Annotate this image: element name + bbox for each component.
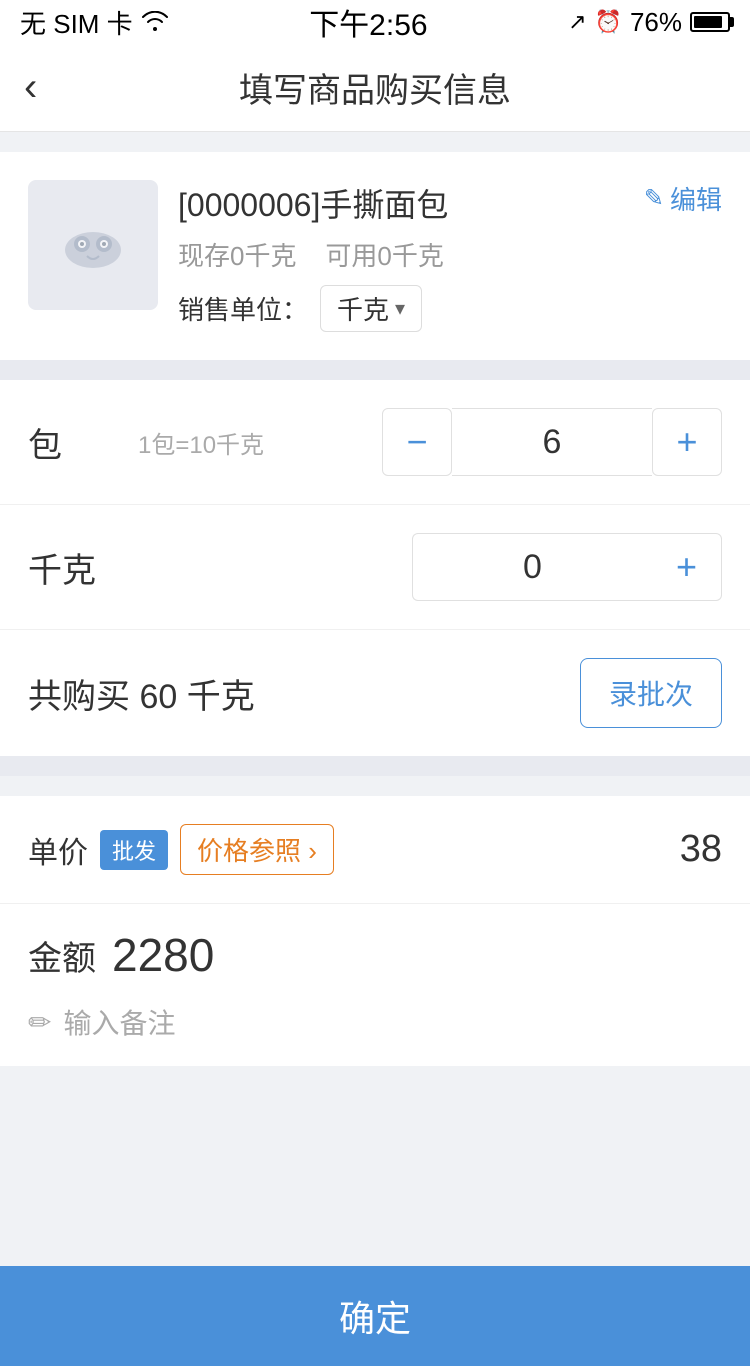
battery-icon xyxy=(690,12,730,32)
section-divider-2 xyxy=(0,756,750,776)
package-label: 包 xyxy=(28,418,128,467)
amount-row: 金额 2280 xyxy=(28,928,722,982)
pencil-icon: ✏ xyxy=(28,1006,51,1039)
unit-select[interactable]: 千克 ▾ xyxy=(320,285,422,332)
package-row: 包 1包=10千克 − 6 + xyxy=(0,380,750,505)
product-unit-row: 销售单位： 千克 ▾ xyxy=(178,285,722,332)
page-title: 填写商品购买信息 xyxy=(239,63,511,112)
product-info: [0000006]手撕面包 现存0千克 可用0千克 销售单位： 千克 ▾ xyxy=(178,180,722,332)
back-button[interactable]: ‹ xyxy=(24,65,37,110)
remark-row[interactable]: ✏ 输入备注 xyxy=(28,1002,722,1066)
remark-placeholder: 输入备注 xyxy=(63,1002,175,1042)
edit-button[interactable]: ✎ 编辑 xyxy=(644,180,722,217)
package-plus-button[interactable]: + xyxy=(652,408,722,476)
wifi-icon xyxy=(141,7,169,38)
time-label: 下午2:56 xyxy=(309,0,427,44)
kilogram-stepper: 0 + xyxy=(412,533,722,601)
kilogram-value[interactable]: 0 xyxy=(412,533,652,601)
product-name: [0000006]手撕面包 xyxy=(178,180,722,226)
summary-text: 共购买 60 千克 xyxy=(28,669,580,718)
price-tag: 批发 xyxy=(100,830,168,870)
location-icon: ↗ xyxy=(568,9,586,35)
confirm-label: 确定 xyxy=(339,1290,411,1342)
unit-label: 销售单位： xyxy=(178,290,308,327)
product-thumbnail xyxy=(28,180,158,310)
section-divider-1 xyxy=(0,360,750,380)
status-bar: 无 SIM 卡 下午2:56 ↗ ⏰ 76% xyxy=(0,0,750,44)
nav-bar: ‹ 填写商品购买信息 xyxy=(0,44,750,132)
spacer xyxy=(0,1066,750,1266)
package-value[interactable]: 6 xyxy=(452,408,652,476)
batch-button[interactable]: 录批次 xyxy=(580,658,722,728)
dropdown-icon: ▾ xyxy=(395,296,405,321)
summary-row: 共购买 60 千克 录批次 xyxy=(0,630,750,756)
amount-value: 2280 xyxy=(112,928,214,982)
kilogram-row: 千克 0 + xyxy=(0,505,750,630)
kilogram-label: 千克 xyxy=(28,543,128,592)
status-right: ↗ ⏰ 76% xyxy=(568,7,730,38)
input-section: 包 1包=10千克 − 6 + 千克 0 + 共购买 60 千克 录批次 xyxy=(0,380,750,756)
amount-section: 金额 2280 ✏ 输入备注 xyxy=(0,903,750,1066)
battery-label: 76% xyxy=(630,7,682,38)
price-value: 38 xyxy=(680,828,722,871)
package-minus-button[interactable]: − xyxy=(382,408,452,476)
price-section: 单价 批发 价格参照 › 38 xyxy=(0,796,750,903)
amount-label: 金额 xyxy=(28,931,96,980)
carrier-label: 无 SIM 卡 xyxy=(20,4,133,41)
package-sub-label: 1包=10千克 xyxy=(138,425,264,460)
alarm-icon: ⏰ xyxy=(595,9,622,35)
product-card: [0000006]手撕面包 现存0千克 可用0千克 销售单位： 千克 ▾ ✎ 编… xyxy=(0,152,750,360)
product-stock: 现存0千克 可用0千克 xyxy=(178,236,722,273)
edit-icon: ✎ xyxy=(644,184,664,213)
kilogram-plus-button[interactable]: + xyxy=(652,533,722,601)
price-ref-button[interactable]: 价格参照 › xyxy=(180,824,334,875)
status-left: 无 SIM 卡 xyxy=(20,4,169,41)
confirm-button[interactable]: 确定 xyxy=(0,1266,750,1366)
package-stepper: − 6 + xyxy=(382,408,722,476)
price-label: 单价 xyxy=(28,828,88,872)
